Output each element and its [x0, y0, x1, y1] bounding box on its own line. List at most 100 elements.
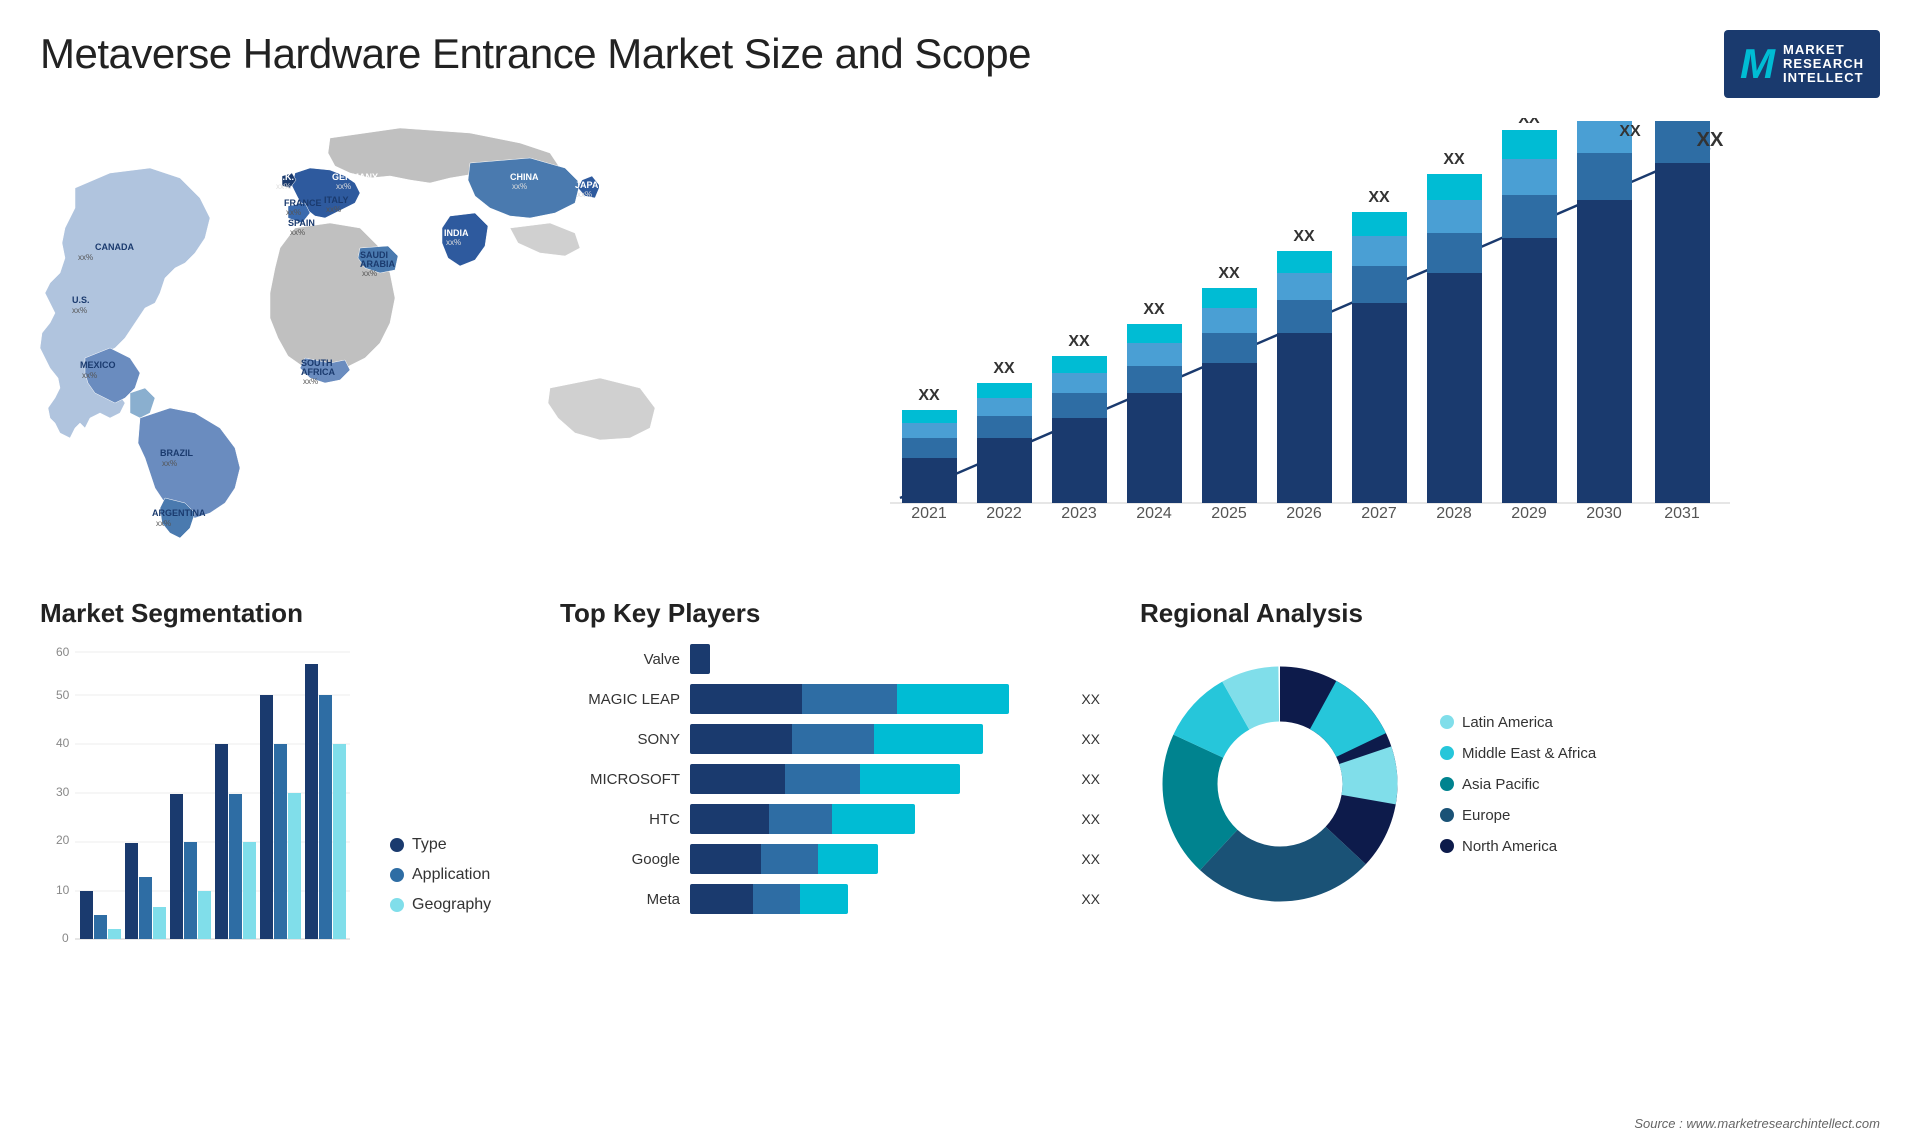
list-item: Meta XX: [560, 884, 1100, 914]
svg-text:SPAIN: SPAIN: [288, 218, 315, 228]
player-name-htc: HTC: [560, 811, 680, 828]
svg-text:GERMANY: GERMANY: [332, 172, 378, 182]
svg-text:2026: 2026: [1286, 505, 1322, 522]
svg-text:XX: XX: [1518, 118, 1540, 127]
reg-label-europe: Europe: [1462, 807, 1510, 824]
svg-text:xx%: xx%: [577, 190, 592, 199]
seg-legend: Type Application Geography: [390, 836, 491, 944]
players-list: Valve MAGIC LEAP XX: [560, 644, 1100, 914]
svg-text:CANADA: CANADA: [95, 242, 134, 252]
legend-dot-application: [390, 868, 404, 882]
svg-text:INDIA: INDIA: [444, 228, 469, 238]
svg-text:xx%: xx%: [162, 459, 177, 468]
svg-text:MEXICO: MEXICO: [80, 360, 116, 370]
svg-text:40: 40: [56, 736, 70, 750]
svg-text:XX: XX: [1697, 129, 1724, 151]
list-item: Valve: [560, 644, 1100, 674]
map-svg: CANADA xx% U.S. xx% MEXICO xx% BRAZIL xx…: [20, 108, 700, 568]
svg-text:2023: 2023: [1061, 505, 1097, 522]
logo-line2: RESEARCH: [1783, 57, 1864, 71]
legend-type: Type: [390, 836, 491, 854]
reg-dot-middle-east-africa: [1440, 746, 1454, 760]
reg-legend-middle-east-africa: Middle East & Africa: [1440, 745, 1596, 762]
svg-text:xx%: xx%: [446, 238, 461, 247]
player-bar-magic-leap: [690, 684, 1065, 714]
legend-dot-type: [390, 838, 404, 852]
svg-text:20: 20: [56, 833, 70, 847]
reg-legend-asia-pacific: Asia Pacific: [1440, 776, 1596, 793]
logo-text: MARKET RESEARCH INTELLECT: [1783, 43, 1864, 86]
svg-text:2029: 2029: [1511, 505, 1547, 522]
reg-legend-north-america: North America: [1440, 838, 1596, 855]
source-text: Source : www.marketresearchintellect.com: [1634, 1116, 1880, 1131]
svg-text:50: 50: [56, 688, 70, 702]
svg-text:xx%: xx%: [362, 269, 377, 278]
list-item: MICROSOFT XX: [560, 764, 1100, 794]
svg-text:2024: 2024: [1136, 505, 1172, 522]
player-bar-google: [690, 844, 1065, 874]
player-val-magic-leap: XX: [1081, 691, 1100, 707]
legend-label-type: Type: [412, 836, 447, 854]
regional-analysis: Regional Analysis Latin America: [1120, 588, 1900, 1108]
svg-text:XX: XX: [1443, 151, 1465, 168]
svg-text:xx%: xx%: [336, 182, 351, 191]
player-bar-htc: [690, 804, 1065, 834]
player-val-sony: XX: [1081, 731, 1100, 747]
svg-text:2025: 2025: [1211, 505, 1247, 522]
reg-label-latin-america: Latin America: [1462, 714, 1553, 731]
svg-text:XX: XX: [1068, 333, 1090, 350]
svg-text:xx%: xx%: [326, 205, 341, 214]
reg-label-asia-pacific: Asia Pacific: [1462, 776, 1540, 793]
svg-text:U.S.: U.S.: [72, 295, 90, 305]
player-name-magic-leap: MAGIC LEAP: [560, 691, 680, 708]
seg-chart-area: 0 10 20 30 40 50 60: [40, 644, 520, 944]
reg-dot-north-america: [1440, 839, 1454, 853]
svg-text:FRANCE: FRANCE: [284, 198, 322, 208]
list-item: SONY XX: [560, 724, 1100, 754]
svg-text:ITALY: ITALY: [324, 195, 349, 205]
svg-text:10: 10: [56, 883, 70, 897]
legend-geography: Geography: [390, 896, 491, 914]
reg-label-north-america: North America: [1462, 838, 1557, 855]
svg-text:XX: XX: [1218, 265, 1240, 282]
svg-text:2027: 2027: [1361, 505, 1397, 522]
donut-chart: [1140, 644, 1420, 924]
bar-chart-svg: XX 2021 XX 2022 XX 2023 XX 2024: [720, 118, 1860, 538]
reg-dot-asia-pacific: [1440, 777, 1454, 791]
players-title: Top Key Players: [560, 598, 1100, 629]
donut-area: Latin America Middle East & Africa Asia …: [1140, 644, 1880, 924]
svg-text:JAPAN: JAPAN: [575, 180, 605, 190]
list-item: MAGIC LEAP XX: [560, 684, 1100, 714]
legend-label-application: Application: [412, 866, 490, 884]
svg-text:CHINA: CHINA: [510, 172, 539, 182]
svg-text:U.K.: U.K.: [276, 172, 294, 182]
seg-chart-svg: 0 10 20 30 40 50 60: [40, 644, 360, 944]
svg-text:XX: XX: [1368, 189, 1390, 206]
svg-text:xx%: xx%: [512, 182, 527, 191]
reg-dot-latin-america: [1440, 715, 1454, 729]
svg-text:xx%: xx%: [286, 208, 301, 217]
svg-text:BRAZIL: BRAZIL: [160, 448, 193, 458]
player-name-microsoft: MICROSOFT: [560, 771, 680, 788]
player-bar-meta: [690, 884, 1065, 914]
reg-legend-europe: Europe: [1440, 807, 1596, 824]
player-val-htc: XX: [1081, 811, 1100, 827]
svg-text:ARGENTINA: ARGENTINA: [152, 508, 206, 518]
top-section: CANADA xx% U.S. xx% MEXICO xx% BRAZIL xx…: [0, 108, 1920, 578]
reg-legend-latin-america: Latin America: [1440, 714, 1596, 731]
bottom-section: Market Segmentation 0 10 20 30 40 50 60: [0, 578, 1920, 1108]
regional-legend: Latin America Middle East & Africa Asia …: [1440, 714, 1596, 855]
svg-text:XX: XX: [1143, 301, 1165, 318]
legend-label-geography: Geography: [412, 896, 491, 914]
svg-text:XX: XX: [993, 360, 1015, 377]
segmentation-title: Market Segmentation: [40, 598, 520, 629]
svg-text:2021: 2021: [911, 505, 947, 522]
svg-text:2022: 2022: [986, 505, 1022, 522]
svg-text:xx%: xx%: [290, 228, 305, 237]
svg-text:XX: XX: [1293, 228, 1315, 245]
top-key-players: Top Key Players Valve MAGIC LEAP: [540, 588, 1120, 1108]
player-bar-sony: [690, 724, 1065, 754]
svg-text:xx%: xx%: [276, 182, 291, 191]
world-map: CANADA xx% U.S. xx% MEXICO xx% BRAZIL xx…: [20, 108, 700, 568]
legend-dot-geography: [390, 898, 404, 912]
